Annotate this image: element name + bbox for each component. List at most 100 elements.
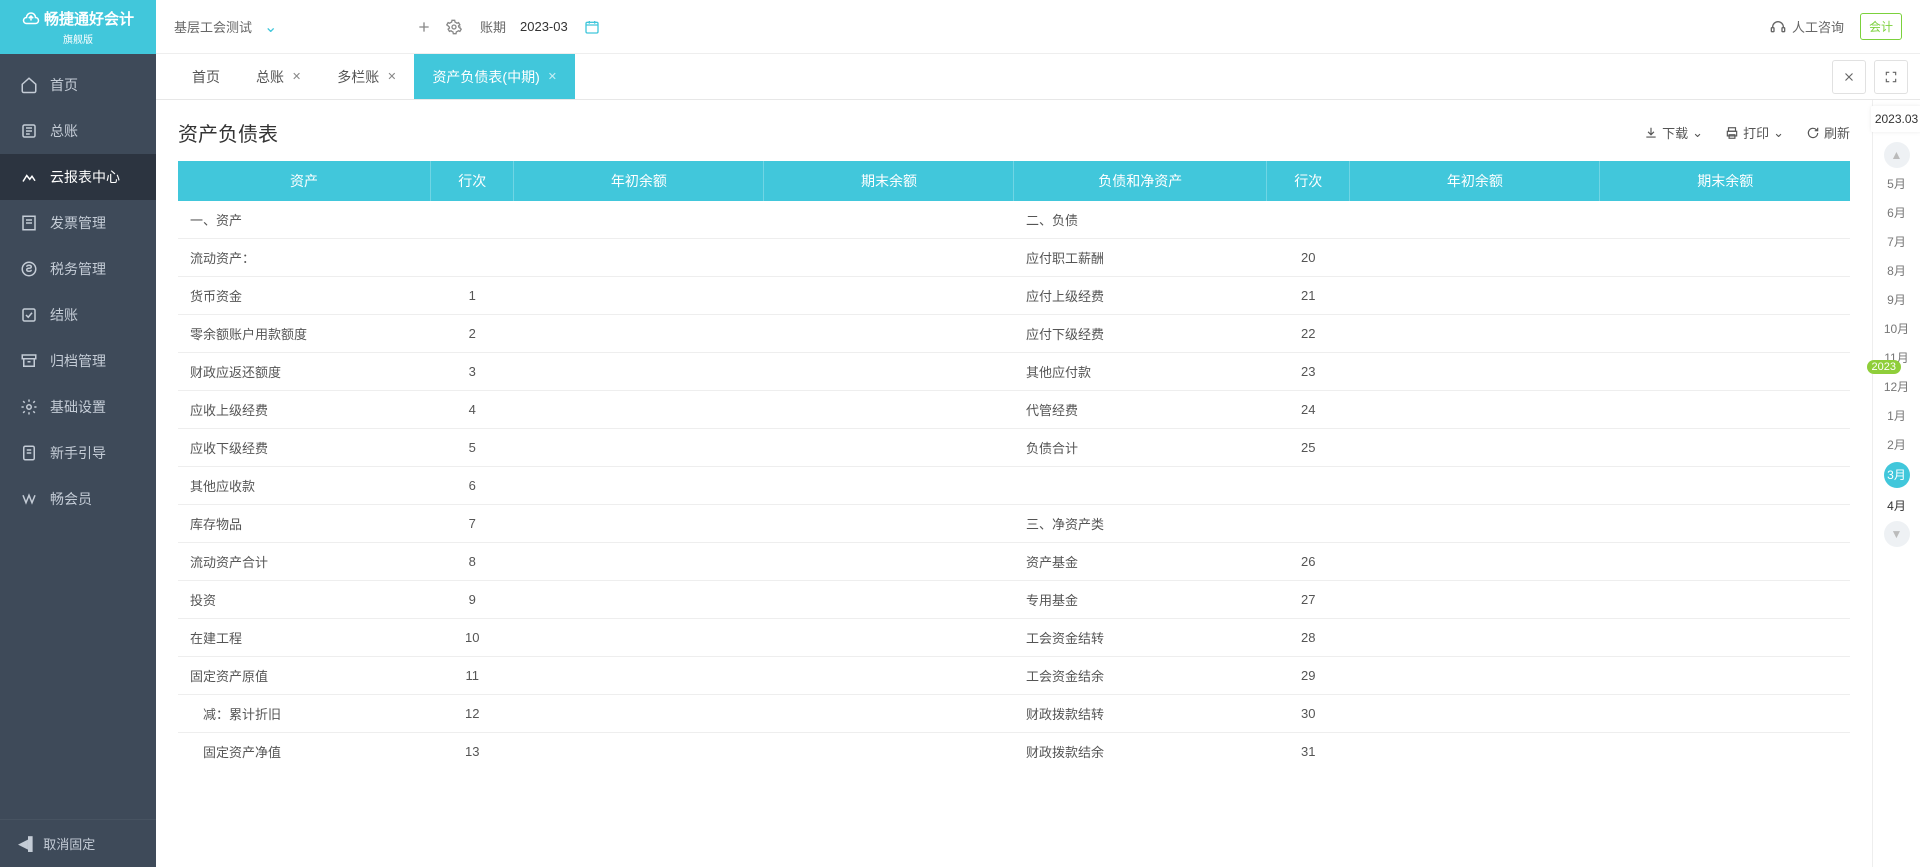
rail-month[interactable]: 7月 [1881, 230, 1913, 253]
rail-month[interactable]: 6月 [1881, 201, 1913, 224]
rail-month[interactable]: 2月 [1881, 433, 1913, 456]
end-cell [1600, 733, 1850, 762]
begin-cell [514, 467, 764, 505]
close-icon[interactable]: ✕ [548, 70, 557, 83]
balance-sheet-table: 资产 行次 年初余额 期末余额 负债和净资产 行次 年初余额 期末余额 [178, 161, 1850, 201]
row-cell: 11 [431, 657, 514, 695]
sidebar-item-tax[interactable]: 税务管理 [0, 246, 156, 292]
tax-icon [20, 260, 38, 278]
calendar-icon[interactable] [582, 17, 602, 37]
rail-month[interactable]: 3月 [1884, 462, 1910, 488]
end-cell [1600, 429, 1850, 467]
table-row: 流动资产合计8资产基金26 [178, 543, 1850, 581]
begin-cell [1350, 695, 1600, 733]
begin-cell [514, 543, 764, 581]
tab[interactable]: 多栏账 ✕ [319, 54, 414, 99]
liab-cell: 代管经费 [1014, 391, 1267, 429]
sidebar-item-guide[interactable]: 新手引导 [0, 430, 156, 476]
end-cell [764, 239, 1014, 277]
asset-cell: 货币资金 [178, 277, 431, 315]
begin-cell [514, 581, 764, 619]
headset-icon [1770, 19, 1786, 35]
col-row1: 行次 [431, 161, 514, 201]
sidebar-item-archive[interactable]: 归档管理 [0, 338, 156, 384]
row-cell: 13 [431, 733, 514, 762]
table-row: 投资9专用基金27 [178, 581, 1850, 619]
end-cell [1600, 277, 1850, 315]
refresh-button[interactable]: 刷新 [1806, 123, 1850, 142]
end-cell [1600, 353, 1850, 391]
table-row: 货币资金1应付上级经费21 [178, 277, 1850, 315]
row-cell: 23 [1267, 353, 1350, 391]
liab-cell: 财政拨款结转 [1014, 695, 1267, 733]
rail-month[interactable]: 4月 [1881, 494, 1913, 517]
rail-down-button[interactable]: ▼ [1884, 521, 1910, 547]
table-row: 流动资产：应付职工薪酬20 [178, 239, 1850, 277]
begin-cell [1350, 619, 1600, 657]
sidebar-item-gl[interactable]: 总账 [0, 108, 156, 154]
rail-up-button[interactable]: ▲ [1884, 142, 1910, 168]
print-button[interactable]: 打印 ⌄ [1725, 123, 1784, 142]
row-cell: 29 [1267, 657, 1350, 695]
tabs: 首页总账✕多栏账✕资产负债表(中期)✕ [156, 54, 1920, 100]
rail-month[interactable]: 9月 [1881, 288, 1913, 311]
close-icon[interactable]: ✕ [387, 70, 396, 83]
end-cell [1600, 619, 1850, 657]
fullscreen-button[interactable] [1874, 60, 1908, 94]
sidebar-item-settings[interactable]: 基础设置 [0, 384, 156, 430]
tab[interactable]: 资产负债表(中期)✕ [414, 54, 575, 99]
end-cell [1600, 657, 1850, 695]
close-icon[interactable]: ✕ [292, 70, 301, 83]
row-cell [1267, 467, 1350, 505]
sidebar-item-label: 税务管理 [50, 259, 106, 279]
tab[interactable]: 首页 [174, 54, 238, 99]
sidebar-item-invoice[interactable]: 发票管理 [0, 200, 156, 246]
rail-month[interactable]: 8月 [1881, 259, 1913, 282]
end-cell [1600, 543, 1850, 581]
tab[interactable]: 总账✕ [238, 54, 319, 99]
chevron-down-icon: ⌄ [1692, 125, 1703, 141]
sidebar-item-home[interactable]: 首页 [0, 62, 156, 108]
table-row: 减：累计折旧12 财政拨款结转30 [178, 695, 1850, 733]
begin-cell [1350, 277, 1600, 315]
rail-month[interactable]: 12月 [1881, 375, 1913, 398]
row-cell: 24 [1267, 391, 1350, 429]
table-row: 一、资产二、负债 [178, 201, 1850, 239]
rail-month[interactable]: 5月 [1881, 172, 1913, 195]
row-cell [1267, 201, 1350, 239]
settings-button[interactable] [444, 17, 464, 37]
row-cell: 20 [1267, 239, 1350, 277]
row-cell: 6 [431, 467, 514, 505]
unpin-button[interactable]: ◀▌ 取消固定 [0, 819, 156, 867]
liab-cell [1014, 467, 1267, 505]
end-cell [764, 619, 1014, 657]
support-link[interactable]: 人工咨询 [1770, 17, 1844, 36]
period-value[interactable]: 2023-03 [516, 19, 572, 34]
col-end1: 期末余额 [764, 161, 1014, 201]
logo: 畅捷通好会计 旗舰版 [0, 0, 156, 54]
row-cell: 8 [431, 543, 514, 581]
row-cell: 30 [1267, 695, 1350, 733]
sidebar-item-vip[interactable]: 畅会员 [0, 476, 156, 522]
rail-month[interactable]: 1月 [1881, 404, 1913, 427]
asset-cell: 减：累计折旧 [178, 695, 431, 733]
row-cell: 12 [431, 695, 514, 733]
org-selector[interactable]: 基层工会测试 ⌄ [174, 17, 404, 37]
close-tab-button[interactable] [1832, 60, 1866, 94]
add-button[interactable] [414, 17, 434, 37]
table-row: 应收下级经费5负债合计25 [178, 429, 1850, 467]
end-cell [764, 581, 1014, 619]
download-button[interactable]: 下载 ⌄ [1644, 123, 1703, 142]
col-liab: 负债和净资产 [1014, 161, 1267, 201]
tab-label: 多栏账 [337, 67, 379, 87]
table-row: 在建工程10工会资金结转28 [178, 619, 1850, 657]
print-label: 打印 [1743, 123, 1769, 142]
row-cell: 1 [431, 277, 514, 315]
sidebar-item-report[interactable]: 云报表中心 [0, 154, 156, 200]
row-cell: 21 [1267, 277, 1350, 315]
end-cell [764, 505, 1014, 543]
col-begin2: 年初余额 [1350, 161, 1600, 201]
role-badge[interactable]: 会计 [1860, 13, 1902, 40]
sidebar-item-close[interactable]: 结账 [0, 292, 156, 338]
rail-month[interactable]: 10月 [1881, 317, 1913, 340]
